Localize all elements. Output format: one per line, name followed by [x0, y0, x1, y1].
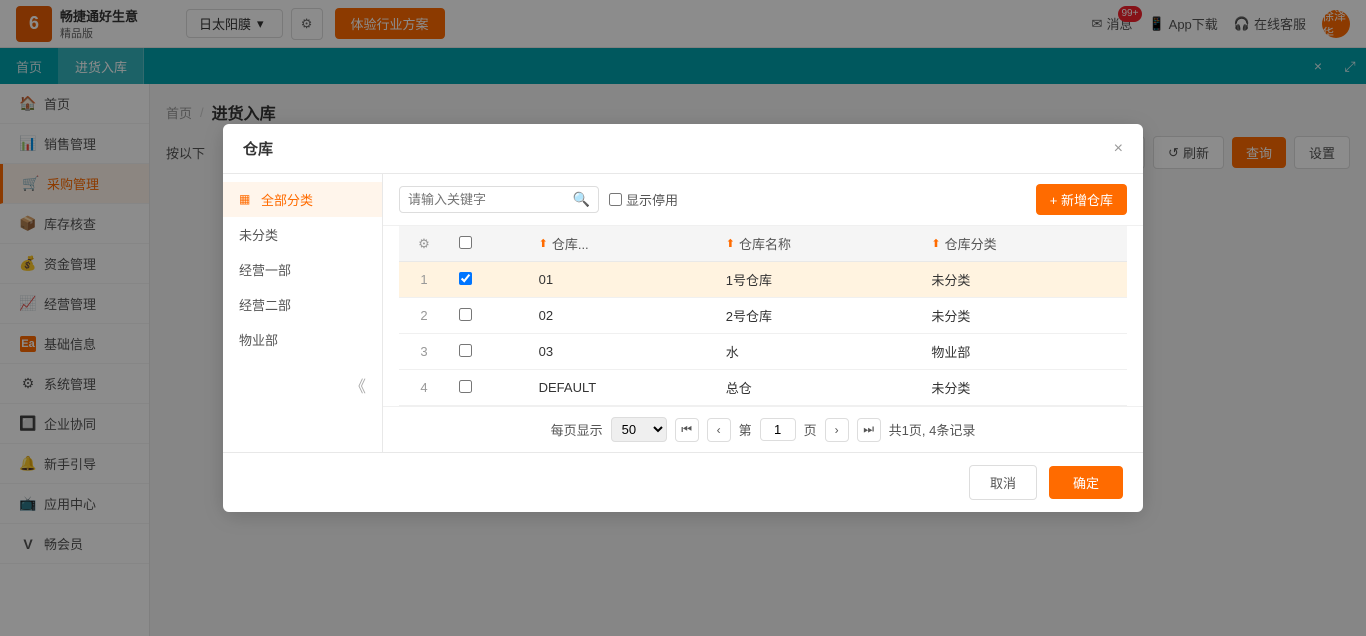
row-code: 01: [529, 262, 716, 298]
row-checkbox[interactable]: [449, 370, 529, 406]
row-category: 未分类: [921, 262, 1127, 298]
row-code: 03: [529, 334, 716, 370]
row-code: DEFAULT: [529, 370, 716, 406]
modal-search-input[interactable]: [408, 192, 567, 207]
cancel-button[interactable]: 取消: [969, 465, 1037, 500]
table-row[interactable]: 4 DEFAULT 总仓 未分类: [399, 370, 1127, 406]
col-settings: ⚙: [399, 226, 449, 262]
add-warehouse-button[interactable]: + 新增仓库: [1036, 184, 1127, 215]
gear-col-icon: ⚙: [418, 236, 430, 251]
col-category[interactable]: ⬆ 仓库分类: [921, 226, 1127, 262]
row-category: 物业部: [921, 334, 1127, 370]
category-dept2[interactable]: 经营二部: [223, 287, 382, 322]
next-page-button[interactable]: ›: [825, 418, 849, 442]
page-label: 第: [739, 420, 752, 439]
row-no: 4: [399, 370, 449, 406]
per-page-select[interactable]: 102050100: [611, 417, 667, 442]
table-row[interactable]: 3 03 水 物业部: [399, 334, 1127, 370]
row-name: 总仓: [716, 370, 922, 406]
category-dept1[interactable]: 经营一部: [223, 252, 382, 287]
last-page-button[interactable]: ⏭: [857, 418, 881, 442]
modal-title: 仓库: [243, 138, 273, 159]
row-name: 2号仓库: [716, 298, 922, 334]
show-disabled-checkbox[interactable]: [609, 193, 622, 206]
grid-icon: ▦: [239, 192, 255, 208]
category-unclassified[interactable]: 未分类: [223, 217, 382, 252]
warehouse-modal: 仓库 × ▦ 全部分类 未分类 经营一部 经营二部: [223, 124, 1143, 512]
modal-category-sidebar: ▦ 全部分类 未分类 经营一部 经营二部 物业部 《: [223, 174, 383, 452]
row-code: 02: [529, 298, 716, 334]
select-all-checkbox[interactable]: [459, 236, 472, 249]
modal-search-box: 🔍: [399, 186, 599, 213]
modal-overlay[interactable]: 仓库 × ▦ 全部分类 未分类 经营一部 经营二部: [0, 0, 1366, 636]
confirm-button[interactable]: 确定: [1049, 466, 1123, 499]
sort-icon-name: ⬆: [726, 237, 735, 250]
per-page-label: 每页显示: [551, 420, 603, 439]
row-category: 未分类: [921, 298, 1127, 334]
current-page-input[interactable]: [760, 418, 796, 441]
modal-body: ▦ 全部分类 未分类 经营一部 经营二部 物业部 《: [223, 174, 1143, 452]
modal-main-content: 🔍 显示停用 + 新增仓库 ⚙: [383, 174, 1143, 452]
col-checkbox: [449, 226, 529, 262]
row-no: 3: [399, 334, 449, 370]
col-name[interactable]: ⬆ 仓库名称: [716, 226, 922, 262]
prev-page-button[interactable]: ‹: [707, 418, 731, 442]
page-unit: 页: [804, 420, 817, 439]
row-checkbox[interactable]: [449, 298, 529, 334]
total-text: 共1页, 4条记录: [889, 420, 976, 439]
col-code[interactable]: ⬆ 仓库...: [529, 226, 716, 262]
modal-pagination: 每页显示 102050100 ⏮ ‹ 第 页 › ⏭ 共1页, 4条记录: [383, 406, 1143, 452]
table-row[interactable]: 2 02 2号仓库 未分类: [399, 298, 1127, 334]
show-disabled-label: 显示停用: [609, 190, 678, 209]
row-no: 2: [399, 298, 449, 334]
search-icon: 🔍: [573, 191, 590, 208]
table-row[interactable]: 1 01 1号仓库 未分类: [399, 262, 1127, 298]
sort-icon-category: ⬆: [931, 237, 940, 250]
category-all[interactable]: ▦ 全部分类: [223, 182, 382, 217]
modal-close-button[interactable]: ×: [1114, 141, 1123, 157]
row-name: 1号仓库: [716, 262, 922, 298]
row-checkbox[interactable]: [449, 334, 529, 370]
modal-table-wrap: ⚙ ⬆ 仓库...: [383, 226, 1143, 406]
modal-toolbar: 🔍 显示停用 + 新增仓库: [383, 174, 1143, 226]
sidebar-collapse-button[interactable]: 《: [342, 369, 374, 401]
category-property[interactable]: 物业部: [223, 322, 382, 357]
row-no: 1: [399, 262, 449, 298]
modal-header: 仓库 ×: [223, 124, 1143, 174]
row-name: 水: [716, 334, 922, 370]
first-page-button[interactable]: ⏮: [675, 418, 699, 442]
modal-footer: 取消 确定: [223, 452, 1143, 512]
sort-icon-code: ⬆: [539, 237, 548, 250]
row-checkbox[interactable]: [449, 262, 529, 298]
warehouse-table: ⚙ ⬆ 仓库...: [399, 226, 1127, 406]
row-category: 未分类: [921, 370, 1127, 406]
